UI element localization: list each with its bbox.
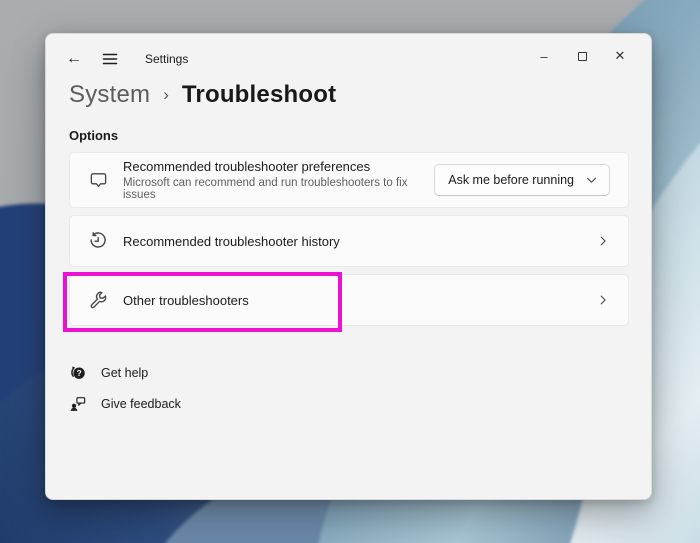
chevron-right-icon [596, 293, 610, 307]
card-title: Recommended troubleshooter preferences [123, 159, 371, 174]
options-card-list: Recommended troubleshooter preferences M… [69, 152, 629, 326]
get-help-link[interactable]: ? Get help [69, 364, 148, 382]
footer-links: ? Get help Give feedback [69, 364, 651, 413]
breadcrumb-separator-icon: › [163, 85, 169, 104]
give-feedback-label: Give feedback [101, 397, 181, 411]
maximize-icon [577, 51, 587, 61]
desktop-wallpaper: ← Settings – ✕ System › Troubleshoot Opt… [0, 0, 700, 543]
chevron-right-icon [596, 234, 610, 248]
section-label-options: Options [69, 128, 119, 143]
speech-bubble-icon [88, 170, 108, 190]
card-title: Recommended troubleshooter history [123, 233, 340, 249]
give-feedback-icon [69, 395, 87, 413]
card-other-troubleshooters[interactable]: Other troubleshooters [69, 274, 629, 326]
hamburger-menu-icon[interactable] [100, 49, 120, 69]
card-title: Other troubleshooters [123, 292, 249, 308]
dropdown-value: Ask me before running [448, 173, 574, 187]
window-controls: – ✕ [525, 44, 639, 68]
card-subtitle: Microsoft can recommend and run troubles… [123, 177, 408, 201]
card-text: Recommended troubleshooter preferences M… [123, 159, 434, 201]
page-title: Troubleshoot [181, 81, 337, 108]
wrench-icon [88, 290, 108, 310]
get-help-label: Get help [101, 366, 149, 380]
breadcrumb: System › Troubleshoot [69, 81, 651, 109]
card-recommended-preferences[interactable]: Recommended troubleshooter preferences M… [69, 152, 629, 208]
breadcrumb-system[interactable]: System [69, 81, 150, 109]
close-button[interactable]: ✕ [601, 44, 639, 68]
preferences-dropdown[interactable]: Ask me before running [434, 164, 610, 196]
svg-text:?: ? [76, 368, 81, 378]
back-icon[interactable]: ← [64, 49, 84, 69]
settings-window: ← Settings – ✕ System › Troubleshoot Opt… [45, 33, 652, 500]
history-clock-icon [88, 231, 108, 251]
titlebar: ← Settings – ✕ [46, 34, 651, 68]
get-help-icon: ? [69, 364, 87, 382]
card-troubleshooter-history[interactable]: Recommended troubleshooter history [69, 215, 629, 267]
give-feedback-link[interactable]: Give feedback [69, 395, 181, 413]
chevron-down-icon [586, 177, 597, 183]
maximize-button[interactable] [563, 44, 601, 68]
app-title: Settings [145, 51, 189, 66]
minimize-button[interactable]: – [525, 44, 563, 68]
